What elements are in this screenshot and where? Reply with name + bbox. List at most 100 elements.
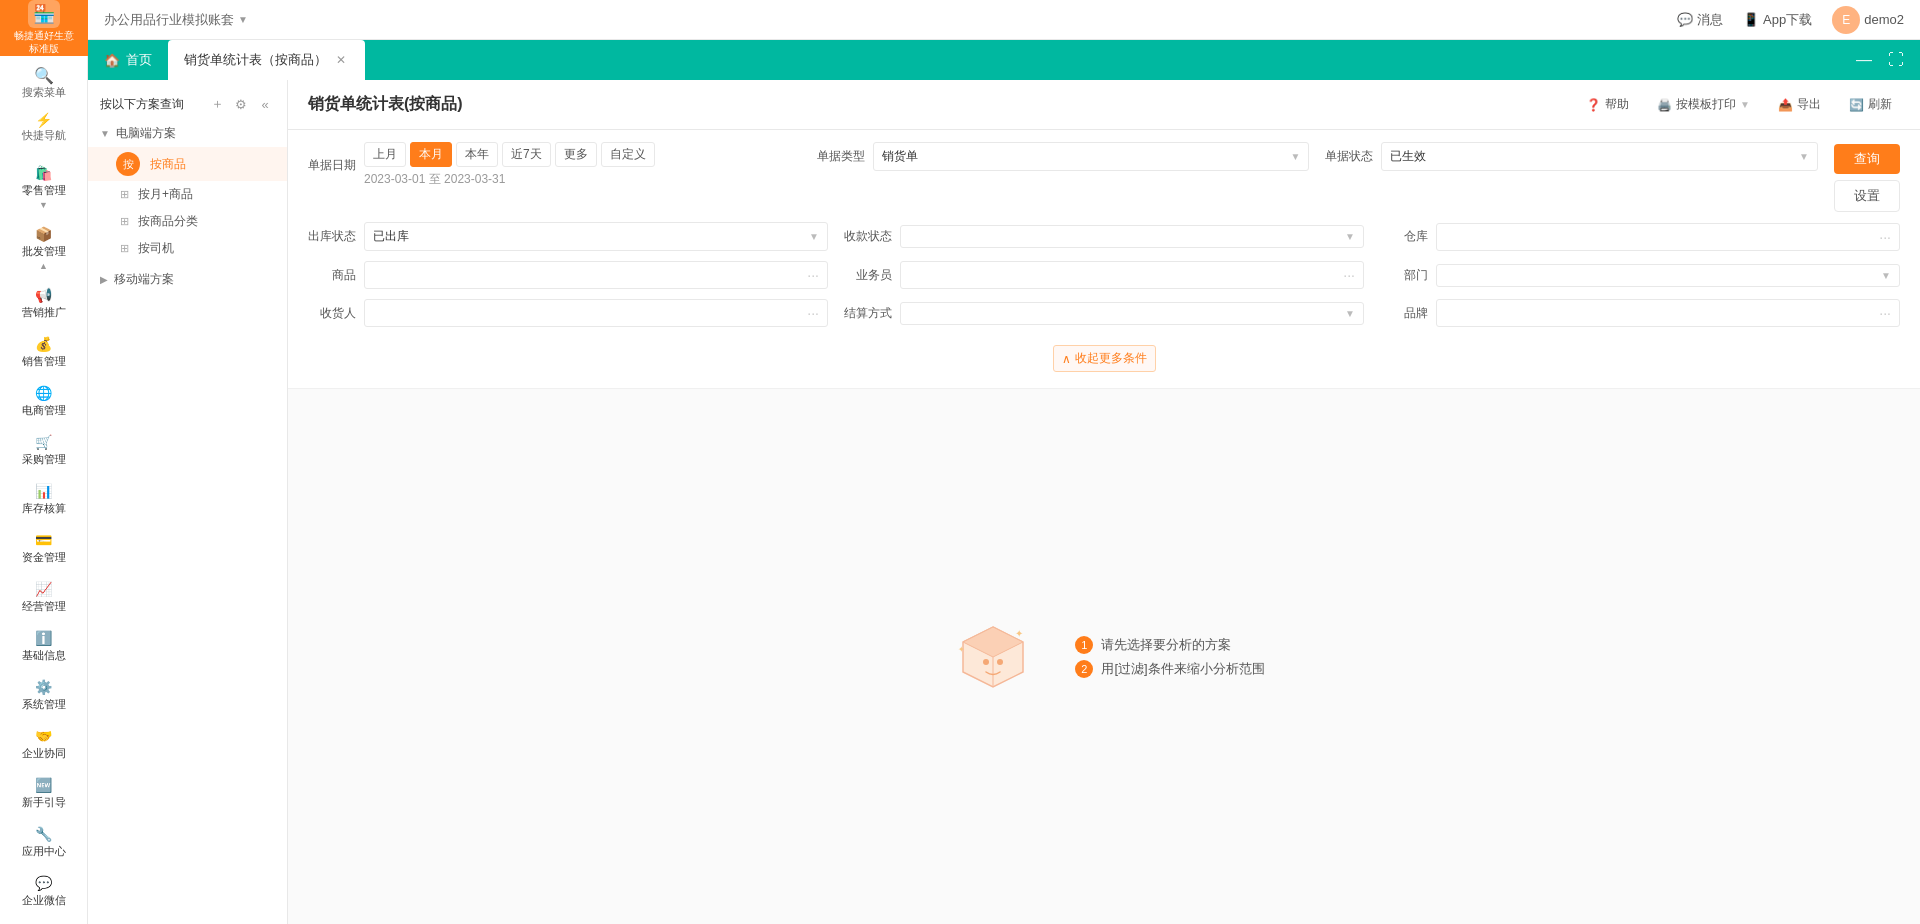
expand-arrow-icon: ▼ [100, 128, 110, 139]
out-status-label: 出库状态 [308, 228, 356, 245]
app-logo[interactable]: 🏪 畅捷通好生意 标准版 [0, 0, 88, 56]
message-icon: 💬 [1677, 12, 1693, 27]
refresh-btn[interactable]: 🔄 刷新 [1841, 92, 1900, 117]
tip-num-1: 1 [1075, 636, 1093, 654]
sidebar-item-system[interactable]: ⚙️ 系统管理 [0, 671, 87, 720]
warehouse-dots-icon[interactable]: ··· [1879, 229, 1891, 245]
sidebar-item-member[interactable]: 👑 畅会员 [0, 916, 87, 924]
sidebar: 🏪 畅捷通好生意 标准版 🔍 按以下方案查询 搜索菜单 ⚡ 快捷导航 🛍️ 零售… [0, 0, 88, 924]
workspace-dropdown-icon: ▼ [238, 14, 248, 25]
search-btn[interactable]: 查询 [1834, 144, 1900, 174]
department-select[interactable]: ▼ [1436, 264, 1900, 287]
date-btn-more[interactable]: 更多 [555, 142, 597, 167]
payment-status-select[interactable]: ▼ [900, 225, 1364, 248]
sidebar-search[interactable]: 🔍 按以下方案查询 搜索菜单 [0, 56, 87, 106]
workspace-title[interactable]: 办公用品行业模拟账套 ▼ [104, 11, 248, 29]
out-status-chevron-icon: ▼ [809, 231, 819, 242]
date-btn-last-month[interactable]: 上月 [364, 142, 406, 167]
svg-point-3 [983, 659, 989, 665]
warehouse-input[interactable]: ··· [1436, 223, 1900, 251]
filter-area: 单据日期 上月 本月 本年 近7天 更多 自定义 2023-03-01 至 20… [288, 130, 1920, 389]
empty-state-container: ✦ ✦ 1 请先选择要分析的方案 2 用[过滤]条件来缩小分析范围 [943, 607, 1264, 707]
sidebar-item-inventory[interactable]: 📊 库存核算 [0, 475, 87, 524]
tab-maximize-btn[interactable]: ⛶ [1884, 47, 1908, 73]
tab-close-btn[interactable]: ✕ [333, 52, 349, 68]
app-name: 畅捷通好生意 [14, 30, 74, 42]
doc-status-chevron-icon: ▼ [1799, 151, 1809, 162]
doc-status-select[interactable]: 已生效 ▼ [1381, 142, 1818, 171]
search-text: 搜索菜单 [22, 86, 66, 98]
collapse-icon: ∧ [1062, 352, 1071, 366]
tab-home[interactable]: 🏠 首页 [88, 40, 168, 80]
settings-scheme-btn[interactable]: ⚙ [231, 94, 251, 114]
collapse-btn[interactable]: ∧ 收起更多条件 [1053, 345, 1156, 372]
department-label: 部门 [1380, 267, 1428, 284]
date-btn-this-month[interactable]: 本月 [410, 142, 452, 167]
date-btn-custom[interactable]: 自定义 [601, 142, 655, 167]
tab-minimize-btn[interactable]: — [1852, 47, 1876, 73]
sidebar-item-ecommerce[interactable]: 🌐 电商管理 [0, 377, 87, 426]
sidebar-item-wholesale[interactable]: 📦 批发管理 ▲ [0, 218, 87, 279]
tree-section-mobile-label[interactable]: ▶ 移动端方案 [88, 266, 287, 293]
sidebar-item-cooperation[interactable]: 🤝 企业协同 [0, 720, 87, 769]
sidebar-item-guide[interactable]: 🆕 新手引导 [0, 769, 87, 818]
add-scheme-btn[interactable]: ＋ [207, 94, 227, 114]
filter-collapse-row: ∧ 收起更多条件 [308, 337, 1900, 376]
grid-icon-3: ⊞ [116, 241, 132, 257]
grid-icon-2: ⊞ [116, 214, 132, 230]
app-download-btn[interactable]: 📱 App下载 [1743, 11, 1812, 29]
tree-item-by-driver[interactable]: ⊞ 按司机 [88, 235, 287, 262]
tree-section-pc: ▼ 电脑端方案 按 按商品 ⊞ 按月+商品 ⊞ 按商品分类 ⊞ 按司机 [88, 120, 287, 262]
refresh-icon: 🔄 [1849, 98, 1864, 112]
doc-type-select[interactable]: 销货单 ▼ [873, 142, 1310, 171]
doc-type-chevron-icon: ▼ [1290, 151, 1300, 162]
sidebar-item-retail[interactable]: 🛍️ 零售管理 ▼ [0, 157, 87, 218]
tree-section-pc-label[interactable]: ▼ 电脑端方案 [88, 120, 287, 147]
tree-item-by-month-product[interactable]: ⊞ 按月+商品 [88, 181, 287, 208]
date-btn-last-7days[interactable]: 近7天 [502, 142, 551, 167]
brand-dots-icon[interactable]: ··· [1879, 305, 1891, 321]
print-btn[interactable]: 🖨️ 按模板打印 ▼ [1649, 92, 1758, 117]
sidebar-item-marketing[interactable]: 📢 营销推广 [0, 279, 87, 328]
sidebar-item-wechat[interactable]: 💬 企业微信 [0, 867, 87, 916]
sidebar-item-finance[interactable]: 💳 资金管理 [0, 524, 87, 573]
collapse-panel-btn[interactable]: « [255, 94, 275, 114]
salesperson-input[interactable]: ··· [900, 261, 1364, 289]
tree-item-by-product[interactable]: 按 按商品 [88, 147, 287, 181]
gear-icon: ⚙ [235, 97, 247, 112]
svg-text:✦: ✦ [958, 645, 965, 654]
product-dots-icon[interactable]: ··· [807, 267, 819, 283]
sidebar-item-operations[interactable]: 📈 经营管理 [0, 573, 87, 622]
help-btn[interactable]: ❓ 帮助 [1578, 92, 1637, 117]
receiver-label: 收货人 [308, 305, 356, 322]
date-btn-this-year[interactable]: 本年 [456, 142, 498, 167]
user-avatar: E [1832, 6, 1860, 34]
payment-status-chevron-icon: ▼ [1345, 231, 1355, 242]
svg-point-4 [997, 659, 1003, 665]
message-btn[interactable]: 💬 消息 [1677, 11, 1723, 29]
quick-nav-btn[interactable]: ⚡ 快捷导航 [0, 106, 87, 149]
salesperson-dots-icon[interactable]: ··· [1343, 267, 1355, 283]
app-subtitle: 标准版 [29, 42, 59, 56]
sidebar-item-sales[interactable]: 💰 销售管理 [0, 328, 87, 377]
product-input[interactable]: ··· [364, 261, 828, 289]
export-btn[interactable]: 📤 导出 [1770, 92, 1829, 117]
print-dropdown-icon: ▼ [1740, 99, 1750, 110]
empty-tips: 1 请先选择要分析的方案 2 用[过滤]条件来缩小分析范围 [1075, 636, 1264, 678]
home-icon: 🏠 [104, 53, 120, 68]
brand-input[interactable]: ··· [1436, 299, 1900, 327]
payment-method-select[interactable]: ▼ [900, 302, 1364, 325]
receiver-input[interactable]: ··· [364, 299, 828, 327]
salesperson-label: 业务员 [844, 267, 892, 284]
receiver-dots-icon[interactable]: ··· [807, 305, 819, 321]
sidebar-item-basic[interactable]: ℹ️ 基础信息 [0, 622, 87, 671]
out-status-select[interactable]: 已出库 ▼ [364, 222, 828, 251]
sidebar-item-purchase[interactable]: 🛒 采购管理 [0, 426, 87, 475]
left-panel-icons: ＋ ⚙ « [207, 94, 275, 114]
settings-btn[interactable]: 设置 [1834, 180, 1900, 212]
chevron-left-icon: « [261, 97, 268, 112]
tab-sales-report[interactable]: 销货单统计表（按商品） ✕ [168, 40, 365, 80]
sidebar-item-apps[interactable]: 🔧 应用中心 [0, 818, 87, 867]
tree-item-by-category[interactable]: ⊞ 按商品分类 [88, 208, 287, 235]
user-profile-btn[interactable]: E demo2 [1832, 6, 1904, 34]
